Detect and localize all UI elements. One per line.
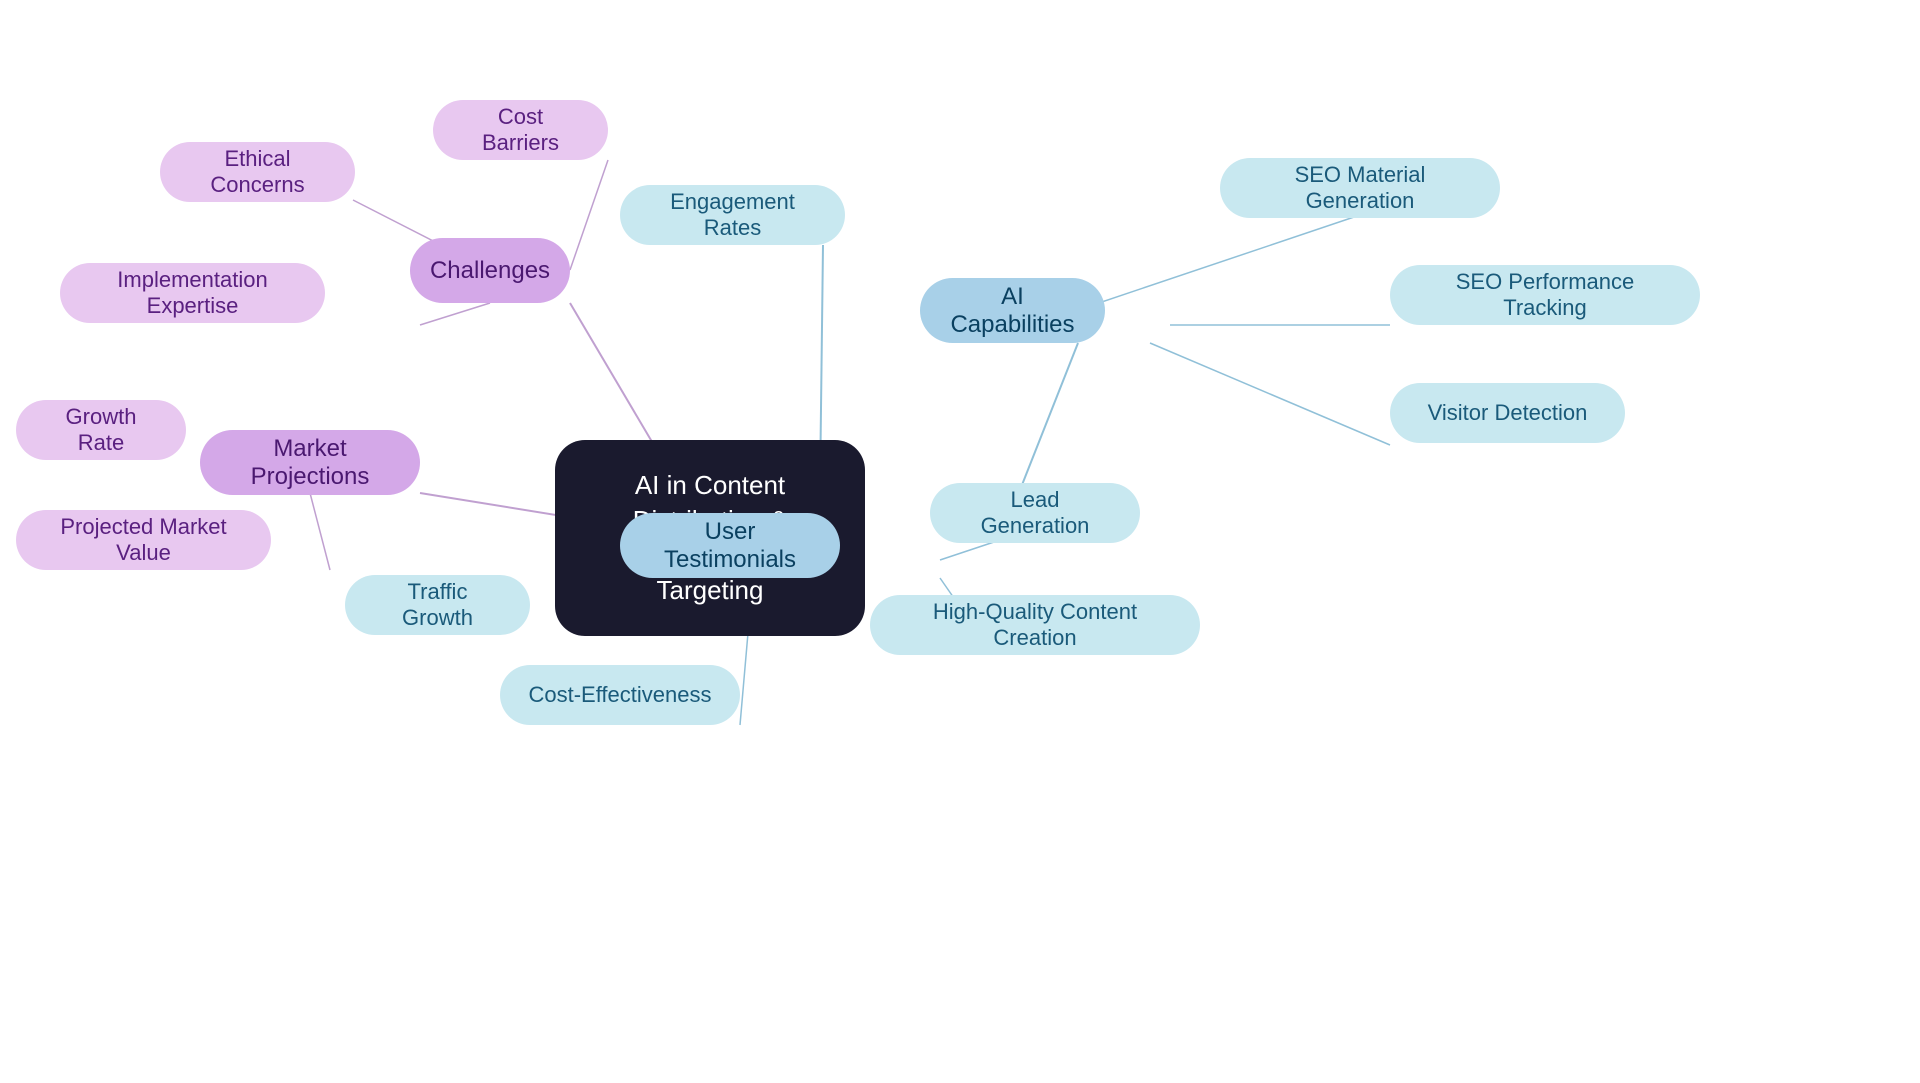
high-quality-content-node: High-Quality Content Creation	[870, 595, 1200, 655]
projected-market-value-node: Projected Market Value	[16, 510, 271, 570]
user-testimonials-node: User Testimonials	[620, 513, 840, 578]
cost-barriers-node: Cost Barriers	[433, 100, 608, 160]
cost-effectiveness-node: Cost-Effectiveness	[500, 665, 740, 725]
visitor-detection-node: Visitor Detection	[1390, 383, 1625, 443]
seo-material-node: SEO Material Generation	[1220, 158, 1500, 218]
ethical-concerns-node: Ethical Concerns	[160, 142, 355, 202]
market-projections-node: Market Projections	[200, 430, 420, 495]
implementation-node: Implementation Expertise	[60, 263, 325, 323]
growth-rate-node: Growth Rate	[16, 400, 186, 460]
seo-performance-node: SEO Performance Tracking	[1390, 265, 1700, 325]
ai-capabilities-node: AI Capabilities	[920, 278, 1105, 343]
challenges-node: Challenges	[410, 238, 570, 303]
lead-generation-node: Lead Generation	[930, 483, 1140, 543]
traffic-growth-node: Traffic Growth	[345, 575, 530, 635]
engagement-rates-node: Engagement Rates	[620, 185, 845, 245]
